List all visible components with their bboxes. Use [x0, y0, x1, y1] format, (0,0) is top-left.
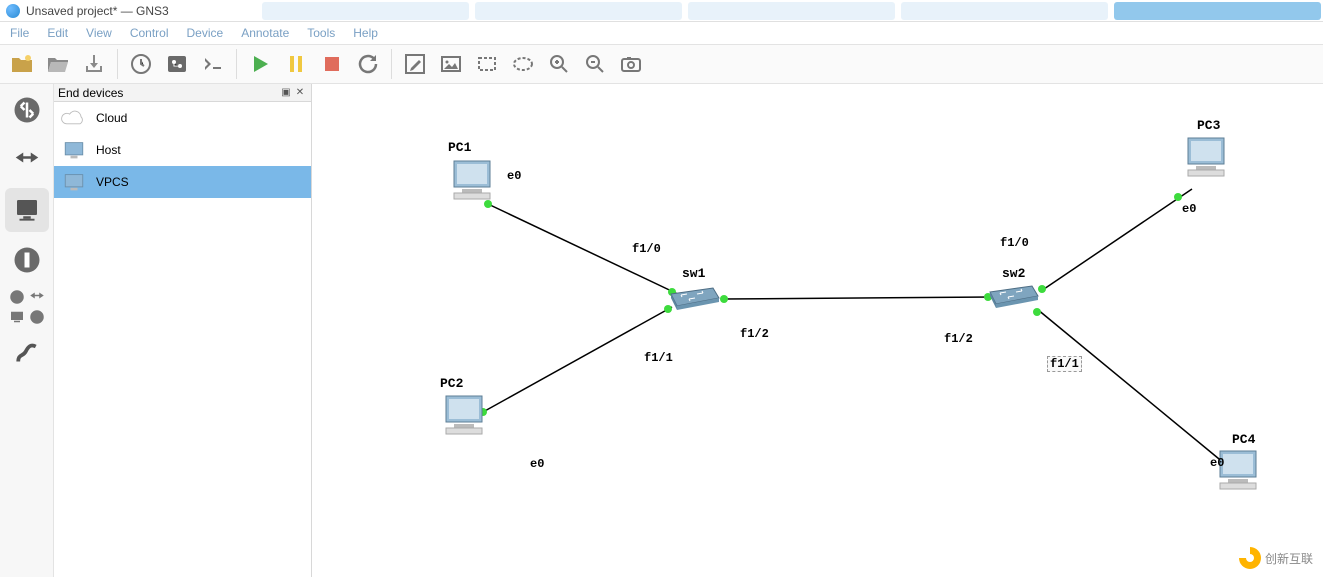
label-sw2: sw2 — [1002, 266, 1025, 281]
device-item-label: Host — [96, 143, 121, 157]
port-sw1-f12: f1/2 — [740, 327, 769, 341]
cloud-icon — [60, 107, 88, 129]
image-button[interactable] — [435, 48, 467, 80]
device-item-vpcs[interactable]: VPCS — [54, 166, 311, 198]
device-item-host[interactable]: Host — [54, 134, 311, 166]
panel-undock-button[interactable]: ▣ — [279, 86, 293, 100]
port-sw2-f11: f1/1 — [1047, 356, 1082, 372]
panel-header: End devices ▣ ✕ — [54, 84, 311, 102]
port-pc1-e0: e0 — [507, 169, 521, 183]
node-pc1[interactable] — [448, 159, 496, 203]
stop-all-button[interactable] — [316, 48, 348, 80]
port-sw1-f10: f1/0 — [632, 242, 661, 256]
zoom-in-button[interactable] — [543, 48, 575, 80]
device-item-label: Cloud — [96, 111, 127, 125]
new-project-button[interactable] — [6, 48, 38, 80]
routers-category-button[interactable] — [5, 88, 49, 132]
device-item-label: VPCS — [96, 175, 129, 189]
node-pc3[interactable] — [1182, 136, 1230, 180]
ellipse-button[interactable] — [507, 48, 539, 80]
watermark-text: 创新互联 — [1265, 550, 1313, 567]
console-all-button[interactable] — [161, 48, 193, 80]
node-sw1[interactable] — [667, 284, 723, 312]
all-devices-category-button[interactable] — [5, 288, 49, 326]
link-status-dot — [1174, 193, 1182, 201]
gns3-logo-icon — [6, 4, 20, 18]
start-all-button[interactable] — [244, 48, 276, 80]
port-sw2-f12: f1/2 — [944, 332, 973, 346]
port-pc4-e0: e0 — [1210, 456, 1224, 470]
security-category-button[interactable] — [5, 238, 49, 282]
label-pc2: PC2 — [440, 376, 463, 391]
watermark: 创新互联 — [1239, 547, 1313, 569]
topology-links — [312, 84, 1323, 577]
port-sw2-f10: f1/0 — [1000, 236, 1029, 250]
zoom-out-button[interactable] — [579, 48, 611, 80]
label-pc1: PC1 — [448, 140, 471, 155]
import-button[interactable] — [78, 48, 110, 80]
node-pc2[interactable] — [440, 394, 488, 438]
vpcs-icon — [60, 171, 88, 193]
menu-control[interactable]: Control — [130, 26, 169, 40]
label-sw1: sw1 — [682, 266, 705, 281]
menu-device[interactable]: Device — [187, 26, 224, 40]
device-item-cloud[interactable]: Cloud — [54, 102, 311, 134]
topology-canvas[interactable]: PC1 PC2 PC3 PC4 sw1 sw2 e0 e0 e0 e0 f1/0… — [312, 84, 1323, 577]
panel-body: Cloud Host VPCS — [54, 102, 311, 577]
clock-button[interactable] — [125, 48, 157, 80]
window-title: Unsaved project* — GNS3 — [26, 4, 169, 18]
end-devices-category-button[interactable] — [5, 188, 49, 232]
port-pc3-e0: e0 — [1182, 202, 1196, 216]
panel-close-button[interactable]: ✕ — [293, 86, 307, 100]
add-link-button[interactable] — [5, 332, 49, 376]
title-bar: Unsaved project* — GNS3 — [0, 0, 1323, 22]
menu-view[interactable]: View — [86, 26, 112, 40]
label-pc4: PC4 — [1232, 432, 1255, 447]
node-sw2[interactable] — [986, 282, 1042, 310]
rectangle-button[interactable] — [471, 48, 503, 80]
menu-tools[interactable]: Tools — [307, 26, 335, 40]
host-icon — [60, 139, 88, 161]
end-devices-panel: End devices ▣ ✕ Cloud Host VPCS — [54, 84, 312, 577]
annotate-edit-button[interactable] — [399, 48, 431, 80]
pause-all-button[interactable] — [280, 48, 312, 80]
label-pc3: PC3 — [1197, 118, 1220, 133]
menu-file[interactable]: File — [10, 26, 29, 40]
watermark-logo-icon — [1239, 547, 1261, 569]
switches-category-button[interactable] — [5, 138, 49, 182]
panel-title: End devices — [58, 86, 123, 100]
port-pc2-e0: e0 — [530, 457, 544, 471]
port-sw1-f11: f1/1 — [644, 351, 673, 365]
terminal-button[interactable] — [197, 48, 229, 80]
menu-bar: File Edit View Control Device Annotate T… — [0, 22, 1323, 44]
menu-edit[interactable]: Edit — [47, 26, 68, 40]
menu-help[interactable]: Help — [353, 26, 378, 40]
device-category-bar — [0, 84, 54, 577]
open-project-button[interactable] — [42, 48, 74, 80]
menu-annotate[interactable]: Annotate — [241, 26, 289, 40]
screenshot-button[interactable] — [615, 48, 647, 80]
reload-all-button[interactable] — [352, 48, 384, 80]
main-toolbar — [0, 44, 1323, 84]
